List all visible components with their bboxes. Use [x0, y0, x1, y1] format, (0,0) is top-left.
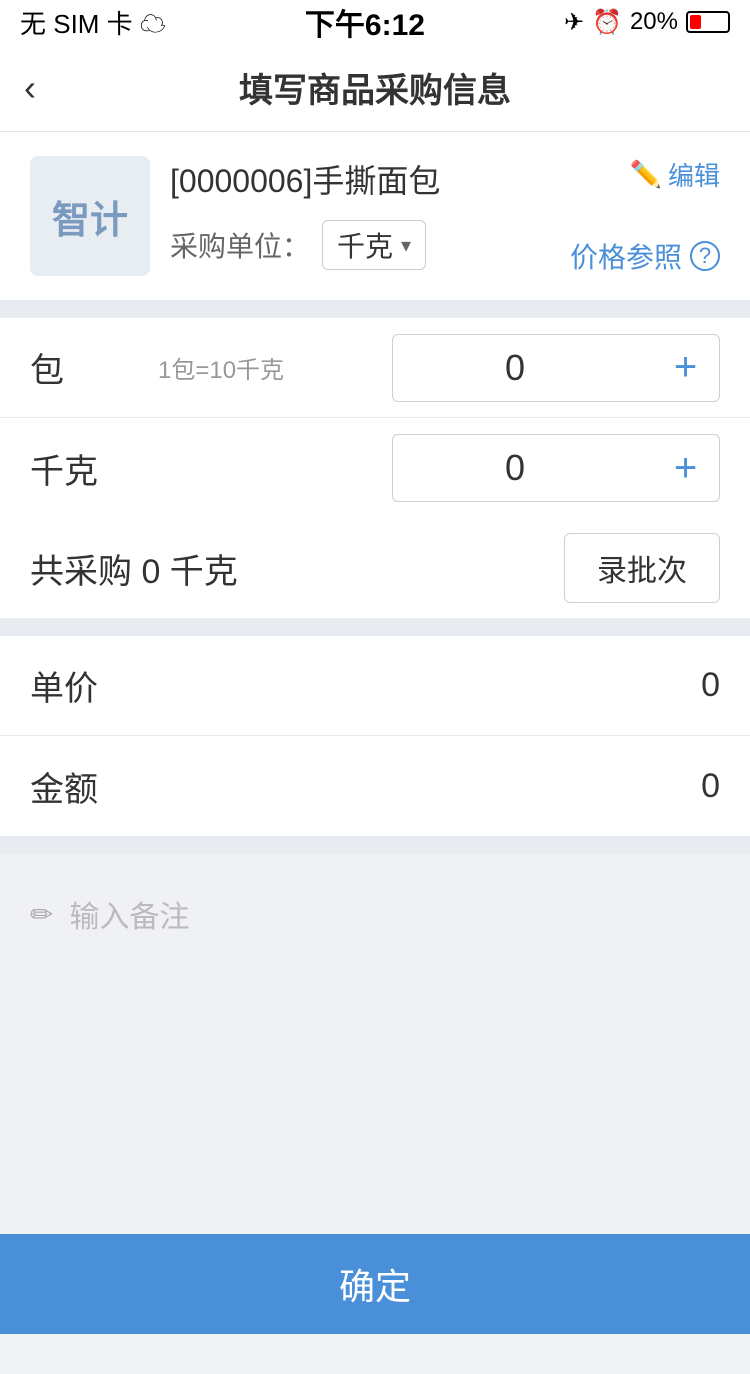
back-button[interactable]: ‹ — [24, 67, 36, 109]
summary-row: 共采购 0 千克 录批次 — [0, 518, 750, 618]
price-ref-label: 价格参照 — [570, 236, 682, 276]
status-signal: 无 SIM 卡 ☁ — [20, 4, 166, 41]
remark-section[interactable]: ✏ 输入备注 — [0, 854, 750, 974]
edit-button[interactable]: ✏️ 编辑 — [630, 156, 720, 193]
unit-price-label: 单价 — [30, 661, 98, 710]
confirm-button[interactable]: 确定 — [0, 1234, 750, 1334]
bottom-bar: 确定 — [0, 1234, 750, 1334]
bao-input-right: + — [392, 334, 720, 402]
unit-value: 千克 — [337, 225, 393, 265]
unit-price-value: 0 — [701, 666, 720, 705]
kg-input-right: + — [392, 434, 720, 502]
input-section: 包 1包=10千克 + 千克 + — [0, 318, 750, 518]
product-logo: 智计 — [52, 189, 128, 244]
amount-row: 金额 0 — [0, 736, 750, 836]
edit-icon: ✏️ — [630, 159, 662, 190]
plus-icon-2: + — [674, 446, 697, 491]
content-spacer — [0, 974, 750, 1274]
kg-label: 千克 — [30, 444, 150, 493]
kg-plus-button[interactable]: + — [652, 434, 720, 502]
header: ‹ 填写商品采购信息 — [0, 44, 750, 132]
location-icon: ✈ — [564, 8, 584, 37]
status-right: ✈ ⏰ 20% — [564, 8, 730, 37]
remark-placeholder: 输入备注 — [69, 892, 189, 936]
page-title: 填写商品采购信息 — [239, 63, 511, 112]
record-batch-button[interactable]: 录批次 — [564, 533, 720, 603]
bao-qty-input[interactable] — [392, 334, 652, 402]
bao-plus-button[interactable]: + — [652, 334, 720, 402]
unit-label: 采购单位： — [170, 225, 310, 265]
unit-price-row: 单价 0 — [0, 636, 750, 736]
kg-qty-input[interactable] — [392, 434, 652, 502]
edit-label: 编辑 — [668, 156, 720, 193]
section-divider-3 — [0, 836, 750, 854]
chevron-down-icon: ▾ — [401, 233, 411, 258]
price-section: 单价 0 金额 0 — [0, 636, 750, 836]
pencil-icon: ✏ — [30, 898, 53, 931]
kg-input-row: 千克 + — [0, 418, 750, 518]
product-image: 智计 — [30, 156, 150, 276]
battery-percent: 20% — [630, 8, 678, 36]
amount-value: 0 — [701, 767, 720, 806]
summary-text: 共采购 0 千克 — [30, 544, 238, 593]
bao-sublabel: 1包=10千克 — [158, 350, 284, 385]
unit-select[interactable]: 千克 ▾ — [322, 220, 426, 270]
plus-icon: + — [674, 345, 697, 390]
alarm-icon: ⏰ — [592, 8, 622, 37]
price-ref-button[interactable]: 价格参照 ? — [570, 236, 720, 276]
battery-icon — [686, 11, 730, 33]
info-icon: ? — [690, 241, 720, 271]
amount-label: 金额 — [30, 762, 98, 811]
bao-input-row: 包 1包=10千克 + — [0, 318, 750, 418]
status-time: 下午6:12 — [305, 0, 425, 44]
product-card: 智计 [0000006]手撕面包 采购单位： 千克 ▾ ✏️ 编辑 价格参照 ? — [0, 132, 750, 300]
status-bar: 无 SIM 卡 ☁ 下午6:12 ✈ ⏰ 20% — [0, 0, 750, 44]
section-divider-2 — [0, 618, 750, 636]
bao-label: 包 — [30, 343, 150, 392]
section-divider-1 — [0, 300, 750, 318]
